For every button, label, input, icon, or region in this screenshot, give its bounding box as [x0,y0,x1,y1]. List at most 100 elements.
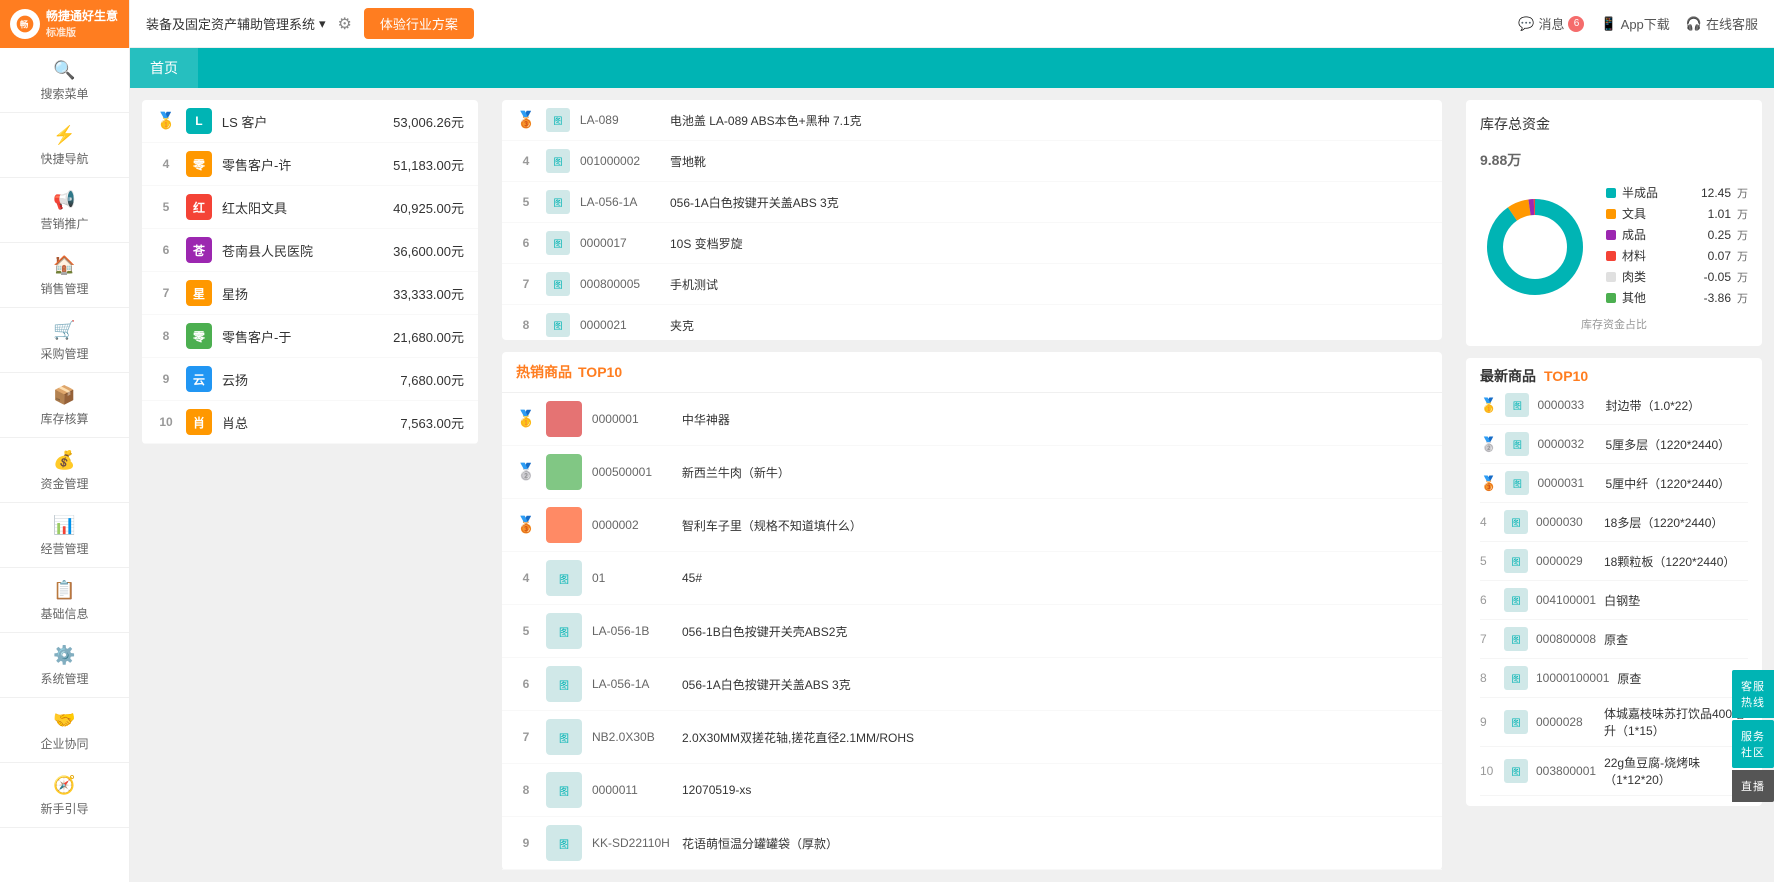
product-code: 0000011 [592,783,672,797]
product-name: 056-1B白色按键开关壳ABS2克 [682,623,1428,640]
product-thumbnail: 图 [546,666,582,702]
product-code: 0000001 [592,412,672,426]
rank-number: 5 [156,197,176,217]
guide-icon: 🧭 [53,775,75,796]
tab-home[interactable]: 首页 [130,48,198,88]
headset-icon: 🎧 [1686,16,1702,32]
customer-name: 星扬 [222,284,383,303]
inventory-donut-chart [1480,192,1590,302]
customer-name: LS 客户 [222,112,383,131]
sidebar-item-finance[interactable]: 💰 资金管理 [0,438,129,503]
sidebar-item-cooperation[interactable]: 🤝 企业协同 [0,698,129,763]
inventory-card: 库存总资金 9.88万 [1466,100,1762,346]
product-thumb: 图 [1504,510,1528,534]
system-name-dropdown[interactable]: 装备及固定资产辅助管理系统 ▾ [146,14,326,33]
rank-number: 7 [516,274,536,294]
purchase-icon: 🛒 [53,320,75,341]
product-name: 雪地靴 [670,153,1428,170]
customer-name: 苍南县人民医院 [222,241,383,260]
product-code: LA-056-1B [592,624,672,638]
product-thumb: 图 [1505,432,1529,456]
new-products-title: 最新商品 [1480,366,1536,386]
product-name: 智利车子里（规格不知道填什么） [682,517,1428,534]
marketing-icon: 📢 [53,190,75,211]
list-item: 10 图 003800001 22g鱼豆腐-烧烤味（1*12*20） [1480,747,1748,796]
list-item: 🥇 图 0000033 封边带（1.0*22） [1480,386,1748,425]
product-code: 0000030 [1536,515,1596,529]
customer-name: 肖总 [222,413,390,432]
product-thumbnail [546,507,582,543]
sidebar-item-purchase[interactable]: 🛒 采购管理 [0,308,129,373]
svg-text:畅: 畅 [20,19,29,29]
dropdown-arrow-icon: ▾ [319,16,326,32]
service-community-button[interactable]: 服务社区 [1732,720,1774,768]
medal-icon: 🥇 [156,111,176,131]
table-row: 7 图 000800005 手机测试 [502,264,1442,305]
topbar: 装备及固定资产辅助管理系统 ▾ ⚙ 体验行业方案 💬 消息 6 📱 App下载 … [130,0,1774,48]
product-code: 10000100001 [1536,671,1609,685]
sidebar-item-guide[interactable]: 🧭 新手引导 [0,763,129,828]
product-name: 18颗粒板（1220*2440） [1604,553,1748,570]
table-row: 5 红 红太阳文具 40,925.00元 [142,186,478,229]
list-item: 6 图 LA-056-1A 056-1A白色按键开关盖ABS 3克 [502,658,1442,711]
table-row: 10 肖 肖总 7,563.00元 [142,401,478,444]
rank-number: 7 [1480,632,1496,646]
product-ranking-card: 🥉 图 LA-089 电池盖 LA-089 ABS本色+黑种 7.1克 4 图 … [502,100,1442,340]
product-code: 0000021 [580,318,660,332]
trial-button[interactable]: 体验行业方案 [364,8,474,39]
legend-dot [1606,272,1616,282]
list-item: 🥇 0000001 中华神器 [502,393,1442,446]
online-service-button[interactable]: 🎧 在线客服 [1686,14,1758,33]
legend-dot [1606,251,1616,261]
product-thumb: 图 [1504,627,1528,651]
list-item: 🥉 0000002 智利车子里（规格不知道填什么） [502,499,1442,552]
legend-item-chengpin: 成品 0.25 万 [1606,226,1748,243]
message-button[interactable]: 💬 消息 6 [1518,14,1584,33]
customer-amount: 7,563.00元 [400,413,464,432]
legend-dot [1606,209,1616,219]
app-download-button[interactable]: 📱 App下载 [1600,14,1669,33]
message-icon: 💬 [1518,16,1534,32]
hot-products-card: 热销商品 TOP10 🥇 0000001 中华神器 🥈 000500001 新西… [502,352,1442,870]
product-thumb: 图 [1504,759,1528,783]
product-code: 000800005 [580,277,660,291]
right-panel: 库存总资金 9.88万 [1454,88,1774,882]
list-item: 7 图 000800008 原查 [1480,620,1748,659]
sidebar-item-operation[interactable]: 📊 经营管理 [0,503,129,568]
rank-number: 9 [1480,715,1496,729]
product-thumb: 图 [546,190,570,214]
customer-service-button[interactable]: 客服热线 [1732,670,1774,718]
list-item: 6 图 004100001 白钢垫 [1480,581,1748,620]
sidebar-item-sales[interactable]: 🏠 销售管理 [0,243,129,308]
rank-number: 7 [516,727,536,747]
customer-name: 云扬 [222,370,390,389]
product-thumb: 图 [1504,588,1528,612]
product-code: 003800001 [1536,764,1596,778]
topbar-right: 💬 消息 6 📱 App下载 🎧 在线客服 [1518,14,1758,33]
sidebar-item-search[interactable]: 🔍 搜索菜单 [0,48,129,113]
legend-item-wenju: 文具 1.01 万 [1606,205,1748,222]
list-item: 🥈 图 0000032 5厘多层（1220*2440） [1480,425,1748,464]
product-thumb: 图 [546,313,570,337]
float-service: 客服热线 服务社区 直播 [1732,670,1774,802]
settings-icon[interactable]: ⚙ [338,14,352,34]
avatar: 云 [186,366,212,392]
product-code: LA-056-1A [592,677,672,691]
sidebar-item-basic-info[interactable]: 📋 基础信息 [0,568,129,633]
product-code: 0000031 [1537,476,1597,490]
sidebar-item-system[interactable]: ⚙️ 系统管理 [0,633,129,698]
middle-panel: 🥉 图 LA-089 电池盖 LA-089 ABS本色+黑种 7.1克 4 图 … [490,88,1454,882]
sidebar-item-quick-nav[interactable]: ⚡ 快捷导航 [0,113,129,178]
product-code: 0000028 [1536,715,1596,729]
table-row: 4 零 零售客户-许 51,183.00元 [142,143,478,186]
rank-number: 10 [156,412,176,432]
sidebar-item-inventory[interactable]: 📦 库存核算 [0,373,129,438]
avatar: 零 [186,151,212,177]
sidebar-item-marketing[interactable]: 📢 营销推广 [0,178,129,243]
list-item: 8 图 0000011 12070519-xs [502,764,1442,817]
medal-icon: 🥇 [516,409,536,429]
product-name: 18多层（1220*2440） [1604,514,1748,531]
avatar: 星 [186,280,212,306]
live-button[interactable]: 直播 [1732,770,1774,802]
rank-number: 4 [516,151,536,171]
